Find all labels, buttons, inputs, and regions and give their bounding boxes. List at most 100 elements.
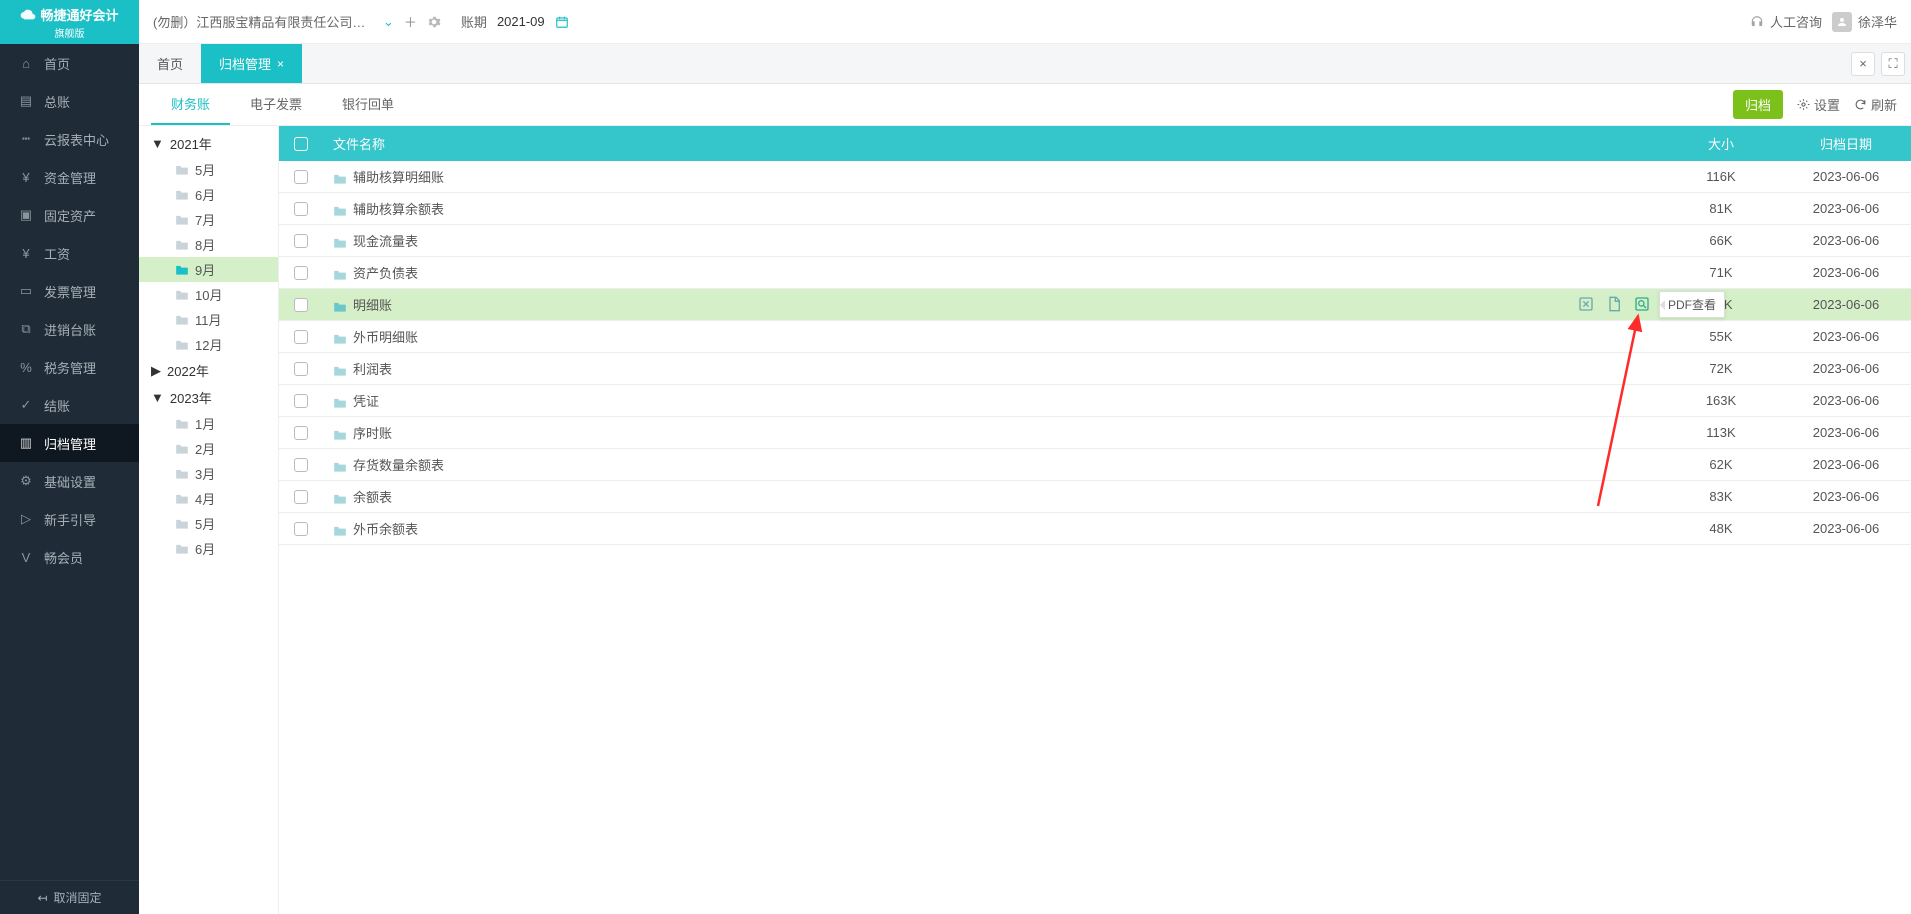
tree-month[interactable]: 6月 [139,182,278,207]
tree-month[interactable]: 10月 [139,282,278,307]
tree-month[interactable]: 9月 [139,257,278,282]
chevron-down-icon[interactable]: ⌄ [383,14,394,30]
settings-link[interactable]: 设置 [1797,95,1840,114]
nav-item-10[interactable]: ▥归档管理 [0,424,139,462]
nav-icon: ▣ [18,207,34,223]
nav-item-0[interactable]: ⌂首页 [0,44,139,82]
folder-icon [333,490,347,505]
fullscreen-button[interactable]: ⛶ [1881,52,1905,76]
tree-month[interactable]: 2月 [139,436,278,461]
nav-item-9[interactable]: ✓结账 [0,386,139,424]
tab-archive[interactable]: 归档管理 × [201,44,302,83]
tree-year[interactable]: ▼2021年 [139,130,278,157]
tree-month[interactable]: 8月 [139,232,278,257]
table-row[interactable]: 辅助核算明细账116K2023-06-06 [279,161,1911,193]
file-name: 存货数量余额表 [353,458,444,473]
subtab-bank[interactable]: 银行回单 [322,84,414,125]
row-checkbox[interactable] [294,394,308,408]
subtab-finance[interactable]: 财务账 [151,84,230,125]
tree-month[interactable]: 5月 [139,157,278,182]
tree-month[interactable]: 11月 [139,307,278,332]
file-name: 资产负债表 [353,266,418,281]
table-row[interactable]: 现金流量表66K2023-06-06 [279,225,1911,257]
brand-logo: 畅捷通好会计 旗舰版 [0,0,139,44]
subtabs: 财务账 电子发票 银行回单 归档 设置 刷新 [139,84,1911,126]
table-row[interactable]: 辅助核算余额表81K2023-06-06 [279,193,1911,225]
sidebar-unpin[interactable]: ↤ 取消固定 [0,880,139,914]
tree-month[interactable]: 6月 [139,536,278,561]
nav-item-2[interactable]: ┅云报表中心 [0,120,139,158]
support-link[interactable]: 人工咨询 [1750,12,1822,31]
close-all-button[interactable]: × [1851,52,1875,76]
nav-item-4[interactable]: ▣固定资产 [0,196,139,234]
nav-icon: ⧉ [18,321,34,337]
table-row[interactable]: 资产负债表71K2023-06-06 [279,257,1911,289]
company-selector[interactable]: (勿删）江西服宝精品有限责任公司（... [153,12,373,31]
gear-icon[interactable] [427,15,441,29]
tree-month-label: 5月 [195,514,215,533]
row-checkbox[interactable] [294,170,308,184]
tree-year[interactable]: ▶2022年 [139,357,278,384]
tree-month[interactable]: 4月 [139,486,278,511]
close-icon[interactable]: × [277,57,284,71]
select-all-checkbox[interactable] [294,137,308,151]
user-name: 徐泽华 [1858,12,1897,31]
add-icon[interactable]: ＋ [404,12,417,31]
nav-label: 发票管理 [44,282,96,301]
pdf-download-icon[interactable] [1605,295,1623,313]
calendar-icon[interactable] [555,15,569,29]
tree-year[interactable]: ▼2023年 [139,384,278,411]
tree-year-label: 2021年 [170,134,212,153]
file-date: 2023-06-06 [1781,449,1911,481]
nav-item-11[interactable]: ⚙基础设置 [0,462,139,500]
row-checkbox[interactable] [294,490,308,504]
tab-home[interactable]: 首页 [139,44,201,83]
nav-item-7[interactable]: ⧉进销台账 [0,310,139,348]
nav: ⌂首页▤总账┅云报表中心¥资金管理▣固定资产¥工资▭发票管理⧉进销台账%税务管理… [0,44,139,880]
nav-item-3[interactable]: ¥资金管理 [0,158,139,196]
row-checkbox[interactable] [294,458,308,472]
row-checkbox[interactable] [294,234,308,248]
nav-item-5[interactable]: ¥工资 [0,234,139,272]
gear-icon [1797,98,1810,111]
tree-month[interactable]: 1月 [139,411,278,436]
nav-item-8[interactable]: %税务管理 [0,348,139,386]
archive-button[interactable]: 归档 [1733,90,1783,119]
nav-item-1[interactable]: ▤总账 [0,82,139,120]
period-value[interactable]: 2021-09 [497,14,545,29]
tree-month[interactable]: 5月 [139,511,278,536]
table-row[interactable]: 余额表83K2023-06-06 [279,481,1911,513]
tree-month[interactable]: 3月 [139,461,278,486]
row-checkbox[interactable] [294,522,308,536]
row-checkbox[interactable] [294,330,308,344]
row-checkbox[interactable] [294,298,308,312]
table-row[interactable]: 凭证163K2023-06-06 [279,385,1911,417]
nav-label: 新手引导 [44,510,96,529]
row-checkbox[interactable] [294,362,308,376]
excel-view-icon[interactable] [1577,295,1595,313]
nav-item-6[interactable]: ▭发票管理 [0,272,139,310]
tree-month[interactable]: 12月 [139,332,278,357]
sidebar: 畅捷通好会计 旗舰版 ⌂首页▤总账┅云报表中心¥资金管理▣固定资产¥工资▭发票管… [0,0,139,914]
row-checkbox[interactable] [294,202,308,216]
nav-item-12[interactable]: ▷新手引导 [0,500,139,538]
table-row[interactable]: 外币余额表48K2023-06-06 [279,513,1911,545]
table-row[interactable]: 存货数量余额表62K2023-06-06 [279,449,1911,481]
nav-icon: V [18,549,34,565]
refresh-link[interactable]: 刷新 [1854,95,1897,114]
file-size: 81K [1661,193,1781,225]
tree-month-label: 6月 [195,185,215,204]
table-row[interactable]: 利润表72K2023-06-06 [279,353,1911,385]
tree-month[interactable]: 7月 [139,207,278,232]
user-menu[interactable]: 徐泽华 [1832,12,1897,32]
table-row[interactable]: 外币明细账55K2023-06-06 [279,321,1911,353]
table-row[interactable]: 序时账113K2023-06-06 [279,417,1911,449]
row-checkbox[interactable] [294,426,308,440]
tree-month-label: 2月 [195,439,215,458]
nav-icon: ▤ [18,93,34,109]
pdf-view-icon[interactable] [1633,295,1651,313]
subtab-einvoice[interactable]: 电子发票 [230,84,322,125]
nav-item-13[interactable]: V畅会员 [0,538,139,576]
tab-home-label: 首页 [157,54,183,73]
row-checkbox[interactable] [294,266,308,280]
